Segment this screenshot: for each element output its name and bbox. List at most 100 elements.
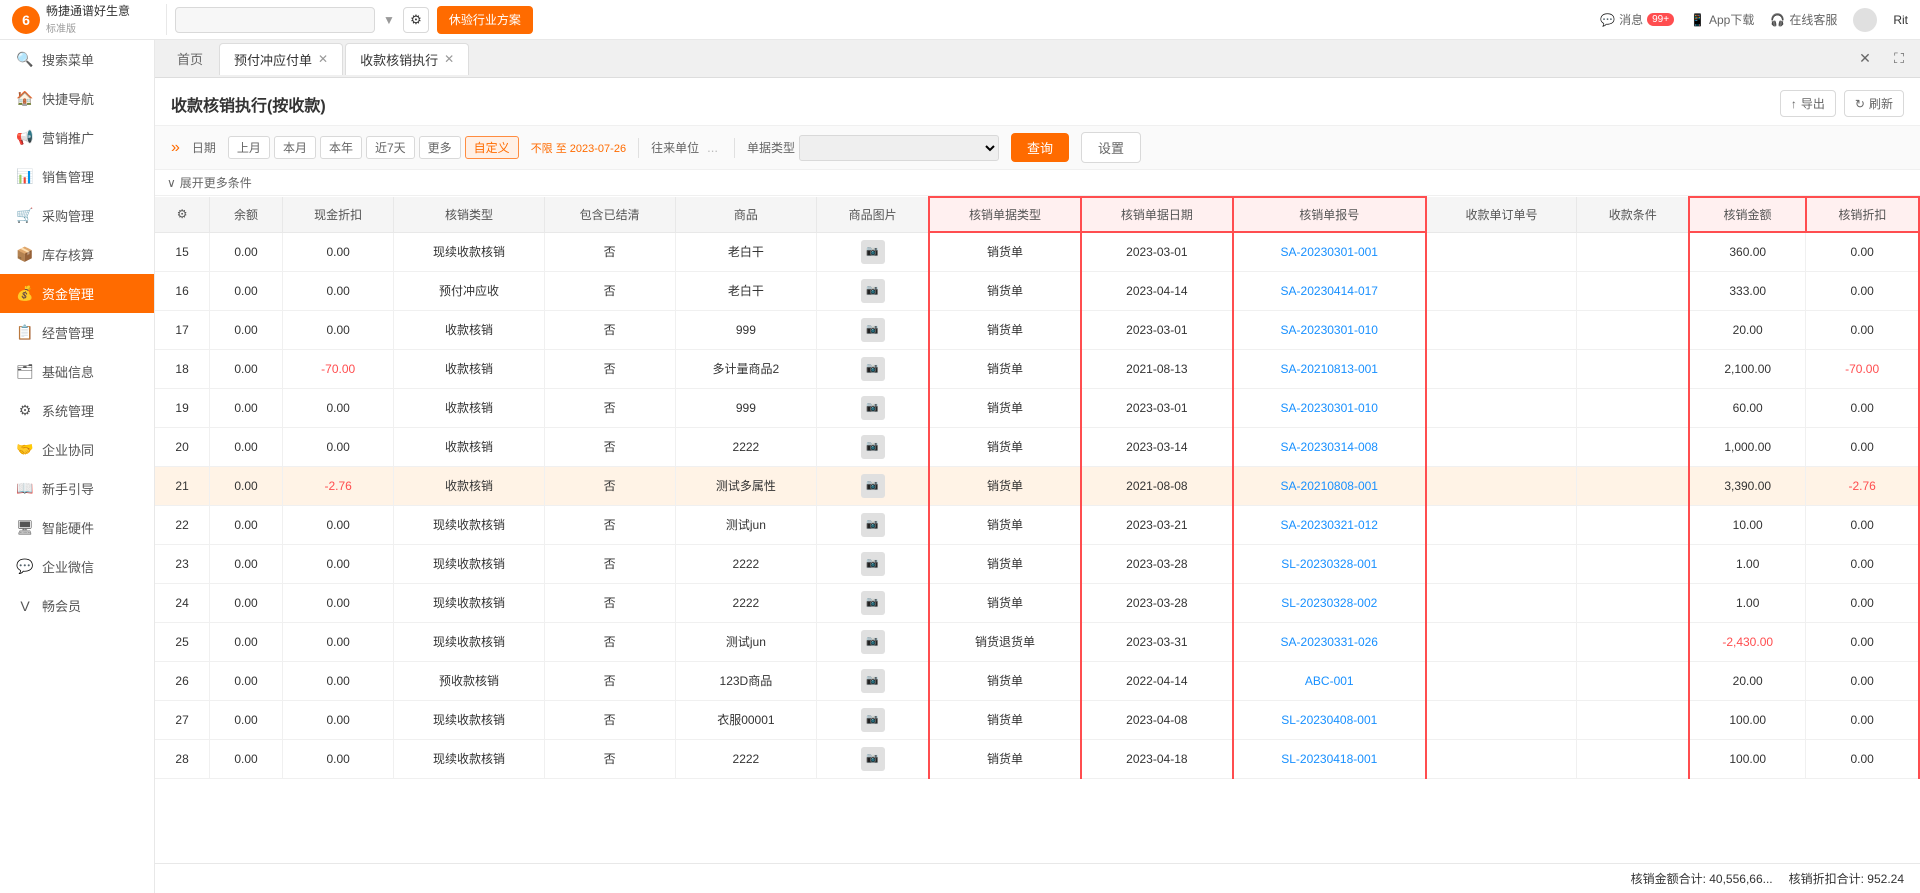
bill-no-link[interactable]: SA-20210813-001 [1281, 362, 1378, 376]
row-idx: 24 [155, 583, 210, 622]
sidebar-item-basic[interactable]: 🗂 基础信息 [0, 352, 154, 391]
more-btn[interactable]: 更多 [419, 136, 461, 159]
settings-button[interactable]: 设置 [1081, 132, 1141, 163]
divider [638, 138, 639, 158]
filter-expand-btn[interactable]: » [171, 139, 180, 157]
avatar[interactable] [1853, 8, 1877, 32]
row-balance: 0.00 [210, 310, 283, 349]
bill-no-link[interactable]: SA-20230301-010 [1281, 323, 1378, 337]
sidebar-item-member[interactable]: V 畅会员 [0, 586, 154, 625]
row-balance: 0.00 [210, 466, 283, 505]
th-receipt-order-no: 收款单订单号 [1426, 197, 1577, 232]
row-writeoff-discount: 0.00 [1806, 271, 1919, 310]
tab-label: 收款核销执行 [360, 50, 438, 69]
expand-more-btn[interactable]: ∨ 展开更多条件 [155, 170, 1920, 196]
row-included-settled: 否 [544, 700, 675, 739]
sidebar-item-guide[interactable]: 📖 新手引导 [0, 469, 154, 508]
sidebar-item-operations[interactable]: 📋 经营管理 [0, 313, 154, 352]
goods-image-cell: 📷 [817, 271, 929, 310]
row-receipt-condition [1577, 583, 1689, 622]
tab-close-icon[interactable]: ✕ [318, 52, 328, 66]
sidebar-item-hardware[interactable]: 🖥 智能硬件 [0, 508, 154, 547]
main-area: 首页 预付冲应付单 ✕ 收款核销执行 ✕ ✕ ⛶ 收款核销执行(按收款) ↑ [155, 40, 1920, 893]
bill-no-link[interactable]: SA-20230314-008 [1281, 440, 1378, 454]
goods-image-cell: 📷 [817, 739, 929, 778]
row-writeoff-type: 收款核销 [394, 388, 544, 427]
app-download-item[interactable]: 📱 App下载 [1690, 11, 1754, 28]
bill-no-link[interactable]: SL-20230328-002 [1281, 596, 1377, 610]
sidebar-item-label: 采购管理 [42, 206, 94, 225]
bill-no-link[interactable]: SA-20230301-010 [1281, 401, 1378, 415]
user-name: Rit [1893, 13, 1908, 27]
sidebar-item-purchase[interactable]: 🛒 采购管理 [0, 196, 154, 235]
row-included-settled: 否 [544, 583, 675, 622]
window-maximize-button[interactable]: ⛶ [1886, 46, 1912, 72]
tab-home[interactable]: 首页 [163, 43, 217, 74]
industry-button[interactable]: 休验行业方案 [437, 6, 533, 34]
tab-collection[interactable]: 收款核销执行 ✕ [345, 43, 469, 75]
row-writeoff-type: 收款核销 [394, 310, 544, 349]
th-settings-icon[interactable]: ⚙ [155, 197, 210, 232]
row-cash-discount: 0.00 [282, 622, 394, 661]
tab-prepay[interactable]: 预付冲应付单 ✕ [219, 43, 343, 75]
receipt-type-select[interactable] [799, 135, 999, 161]
row-writeoff-bill-no: SA-20230301-010 [1233, 310, 1426, 349]
guide-icon: 📖 [16, 480, 34, 498]
custom-date-btn[interactable]: 自定义 [465, 136, 519, 159]
row-receipt-order-no [1426, 310, 1577, 349]
sidebar-item-sales[interactable]: 📊 销售管理 [0, 157, 154, 196]
hardware-icon: 🖥 [16, 519, 34, 537]
this-year-btn[interactable]: 本年 [320, 136, 362, 159]
row-receipt-condition [1577, 427, 1689, 466]
row-writeoff-bill-type: 销货单 [929, 349, 1081, 388]
row-cash-discount: 0.00 [282, 427, 394, 466]
message-item[interactable]: 💬 消息 99+ [1600, 11, 1674, 28]
service-item[interactable]: 🎧 在线客服 [1770, 11, 1837, 28]
bill-no-link[interactable]: SA-20210808-001 [1281, 479, 1378, 493]
row-writeoff-discount: 0.00 [1806, 505, 1919, 544]
sidebar-item-enterprise[interactable]: 🤝 企业协同 [0, 430, 154, 469]
search-input[interactable] [175, 7, 375, 33]
divider2 [734, 138, 735, 158]
page-content: 收款核销执行(按收款) ↑ 导出 ↻ 刷新 » 日期 [155, 78, 1920, 893]
sidebar-item-inventory[interactable]: 📦 库存核算 [0, 235, 154, 274]
last-7-days-btn[interactable]: 近7天 [366, 136, 415, 159]
enterprise-icon: 🤝 [16, 441, 34, 459]
export-button[interactable]: ↑ 导出 [1780, 90, 1836, 117]
bill-no-link[interactable]: SL-20230328-001 [1281, 557, 1377, 571]
row-writeoff-amount: 3,390.00 [1689, 466, 1806, 505]
bill-no-link[interactable]: SL-20230418-001 [1281, 752, 1377, 766]
last-month-btn[interactable]: 上月 [228, 136, 270, 159]
sidebar-item-label: 新手引导 [42, 479, 94, 498]
row-goods: 测试多属性 [675, 466, 817, 505]
bill-no-link[interactable]: SA-20230301-001 [1281, 245, 1378, 259]
bill-no-link[interactable]: SA-20230331-026 [1281, 635, 1378, 649]
date-filter-label: 日期 [192, 139, 216, 156]
tab-close-icon[interactable]: ✕ [444, 52, 454, 66]
sidebar-item-system[interactable]: ⚙ 系统管理 [0, 391, 154, 430]
row-receipt-order-no [1426, 427, 1577, 466]
bill-no-link[interactable]: ABC-001 [1305, 674, 1354, 688]
row-goods: 2222 [675, 544, 817, 583]
export-icon: ↑ [1791, 97, 1797, 111]
bill-no-link[interactable]: SA-20230414-017 [1281, 284, 1378, 298]
system-icon: ⚙ [16, 402, 34, 420]
bill-no-link[interactable]: SA-20230321-012 [1281, 518, 1378, 532]
window-close-button[interactable]: ✕ [1852, 46, 1878, 72]
row-writeoff-bill-no: SA-20230321-012 [1233, 505, 1426, 544]
query-button[interactable]: 查询 [1011, 133, 1069, 162]
sidebar-item-search[interactable]: 🔍 搜索菜单 [0, 40, 154, 79]
sidebar-item-marketing[interactable]: 📢 营销推广 [0, 118, 154, 157]
row-idx: 23 [155, 544, 210, 583]
sidebar-item-quicknav[interactable]: 🏠 快捷导航 [0, 79, 154, 118]
sidebar-item-wechat[interactable]: 💬 企业微信 [0, 547, 154, 586]
table-row: 15 0.00 0.00 现续收款核销 否 老白干 📷 销货单 2023-03-… [155, 232, 1919, 271]
row-writeoff-bill-type: 销货单 [929, 427, 1081, 466]
bill-no-link[interactable]: SL-20230408-001 [1281, 713, 1377, 727]
page-header: 收款核销执行(按收款) ↑ 导出 ↻ 刷新 [155, 78, 1920, 125]
row-writeoff-bill-type: 销货单 [929, 505, 1081, 544]
gear-button[interactable]: ⚙ [403, 7, 429, 33]
refresh-button[interactable]: ↻ 刷新 [1844, 90, 1904, 117]
this-month-btn[interactable]: 本月 [274, 136, 316, 159]
sidebar-item-finance[interactable]: 💰 资金管理 [0, 274, 154, 313]
